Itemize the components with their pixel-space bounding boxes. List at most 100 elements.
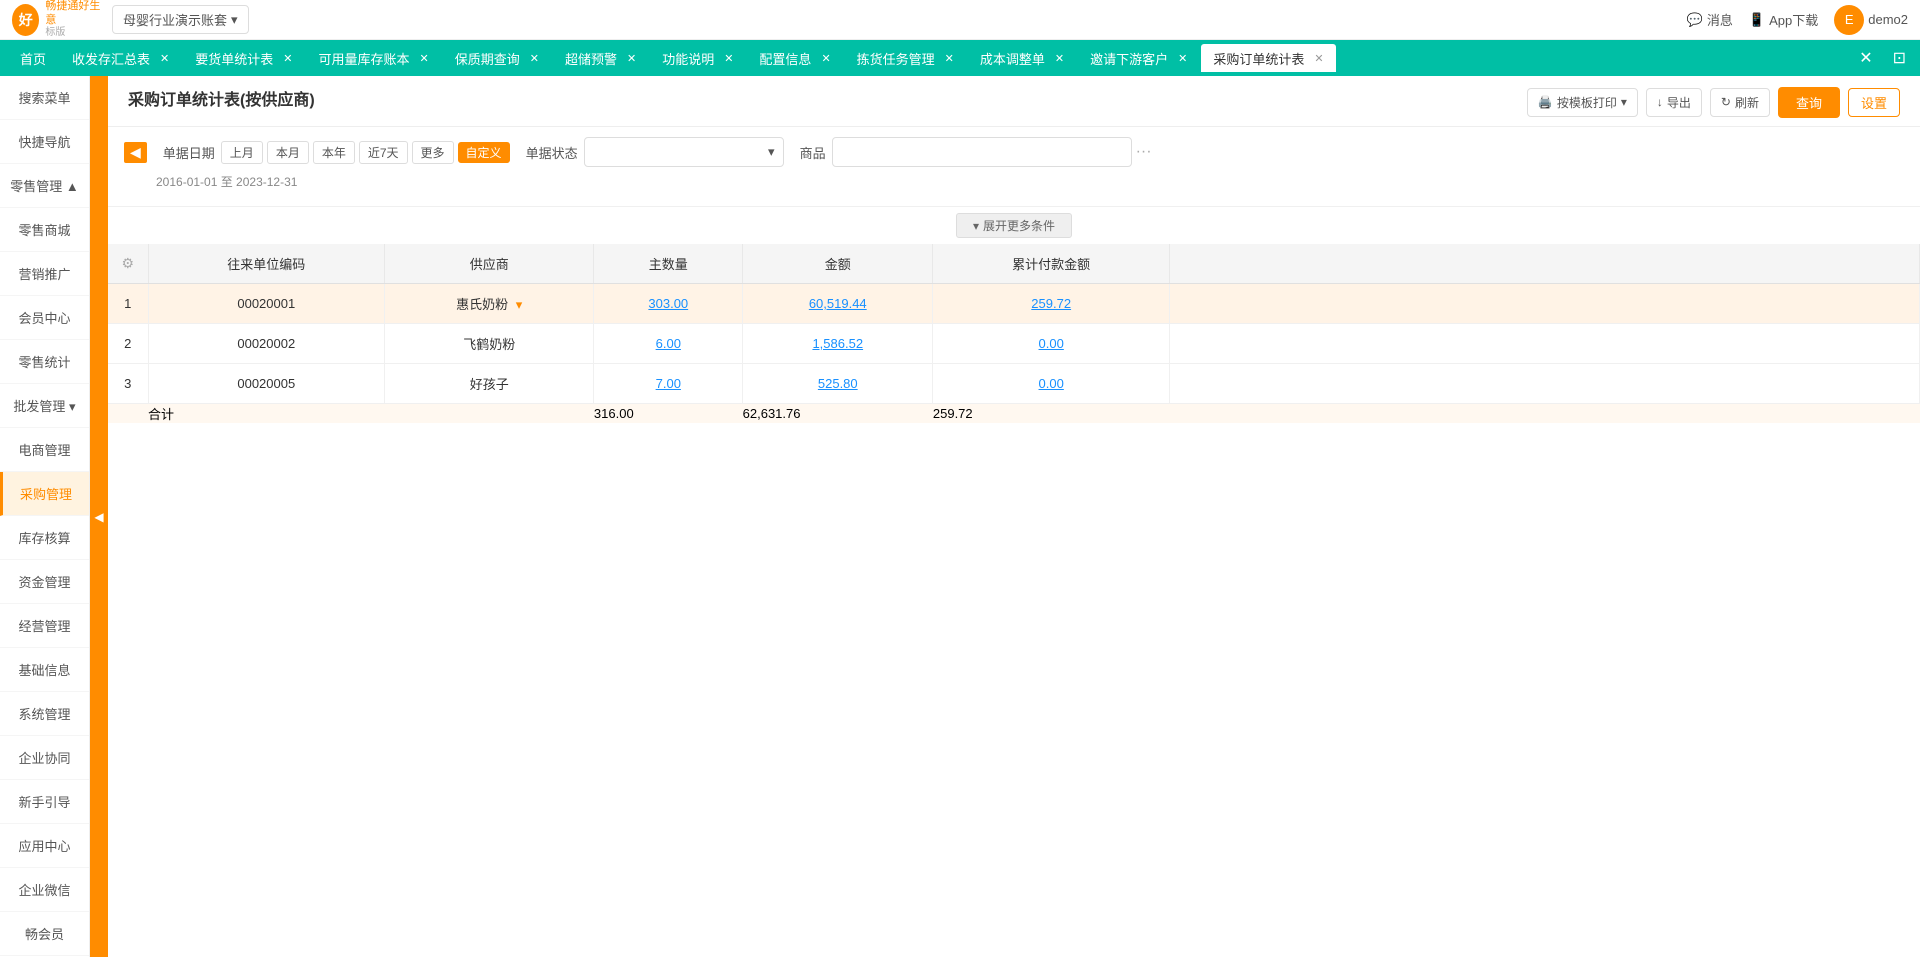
date-btn-this-month[interactable]: 本月 <box>267 141 309 164</box>
filter-section: ◀ 单据日期 上月 本月 本年 近7天 更多 自定义 单据状态 <box>108 127 1920 206</box>
goods-label: 商品 <box>800 143 826 162</box>
sidebar-item-operations[interactable]: 经营管理 <box>0 604 89 648</box>
tab-home[interactable]: 首页 <box>8 44 58 72</box>
close-tab-invite-downstream[interactable]: ✕ <box>1178 52 1187 65</box>
export-button[interactable]: ↓ 导出 <box>1646 88 1702 117</box>
sidebar-item-wechat[interactable]: 企业微信 <box>0 868 89 912</box>
chevron-down-icon: ▾ <box>69 399 76 414</box>
sidebar-item-wholesale[interactable]: 批发管理 ▾ <box>0 384 89 428</box>
workspace-selector[interactable]: 母婴行业演示账套 ▾ <box>112 5 249 34</box>
close-tab-purchase-stats[interactable]: ✕ <box>283 52 292 65</box>
close-tab-collection[interactable]: ✕ <box>160 52 169 65</box>
collapse-filter-icon[interactable]: ◀ <box>124 142 147 163</box>
settings-button[interactable]: 设置 <box>1848 88 1900 117</box>
sidebar-item-shortcut[interactable]: 快捷导航 <box>0 120 89 164</box>
sidebar-item-search[interactable]: 搜索菜单 <box>0 76 89 120</box>
sidebar-item-inventory[interactable]: 库存核算 <box>0 516 89 560</box>
table-footer-row: 合计 316.00 62,631.76 259.72 <box>108 404 1920 424</box>
table-row[interactable]: 1 00020001 惠氏奶粉 ▾ 303.00 60,519.44 <box>108 284 1920 324</box>
footer-paid: 259.72 <box>933 404 1170 424</box>
close-tab-config-info[interactable]: ✕ <box>821 52 830 65</box>
tab-config-info[interactable]: 配置信息 ✕ <box>747 44 842 72</box>
sidebar-item-system[interactable]: 系统管理 <box>0 692 89 736</box>
date-btn-last-month[interactable]: 上月 <box>221 141 263 164</box>
toggle-sidebar-button[interactable]: ◀ <box>90 76 108 957</box>
cell-amount-1: 60,519.44 <box>743 284 933 324</box>
tab-function-desc[interactable]: 功能说明 ✕ <box>650 44 745 72</box>
sidebar-item-app-center[interactable]: 应用中心 <box>0 824 89 868</box>
close-tab-purchase-order-stats[interactable]: ✕ <box>1314 52 1323 65</box>
close-tab-overstock[interactable]: ✕ <box>627 52 636 65</box>
message-button[interactable]: 💬 消息 <box>1687 10 1733 29</box>
date-btn-this-year[interactable]: 本年 <box>313 141 355 164</box>
date-custom-label[interactable]: 自定义 <box>458 142 510 163</box>
expand-more-button[interactable]: ▾ 展开更多条件 <box>956 213 1072 238</box>
status-label: 单据状态 <box>526 143 578 162</box>
restore-window-button[interactable]: ⊡ <box>1887 46 1912 70</box>
sidebar-item-ecommerce[interactable]: 电商管理 <box>0 428 89 472</box>
close-tab-warranty[interactable]: ✕ <box>530 52 539 65</box>
sidebar-item-enterprise[interactable]: 企业协同 <box>0 736 89 780</box>
sidebar-item-new-guide[interactable]: 新手引导 <box>0 780 89 824</box>
close-window-button[interactable]: ✕ <box>1853 46 1878 70</box>
sidebar-item-retail-stats[interactable]: 零售统计 <box>0 340 89 384</box>
table-row[interactable]: 2 00020002 飞鹤奶粉 6.00 1,586.52 0.00 <box>108 324 1920 364</box>
query-button[interactable]: 查询 <box>1778 87 1840 118</box>
table-row[interactable]: 3 00020005 好孩子 7.00 525.80 0.00 <box>108 364 1920 404</box>
tab-purchase-order-stats[interactable]: 采购订单统计表 ✕ <box>1201 44 1335 72</box>
cell-index-3: 3 <box>108 364 148 404</box>
status-select[interactable]: ▾ <box>584 137 784 167</box>
tab-cost-adjust[interactable]: 成本调整单 ✕ <box>968 44 1076 72</box>
footer-qty: 316.00 <box>594 404 743 424</box>
sidebar-item-vip[interactable]: 畅会员 <box>0 912 89 956</box>
tab-invite-downstream[interactable]: 邀请下游客户 ✕ <box>1078 44 1199 72</box>
page-header: 采购订单统计表(按供应商) 🖨️ 按模板打印 ▾ ↓ 导出 ↻ 刷新 查询 设置 <box>108 76 1920 127</box>
cell-paid-3: 0.00 <box>933 364 1170 404</box>
col-code: 往来单位编码 <box>148 244 385 284</box>
tab-collection[interactable]: 收发存汇总表 ✕ <box>60 44 181 72</box>
sidebar-item-member[interactable]: 会员中心 <box>0 296 89 340</box>
close-tab-function-desc[interactable]: ✕ <box>724 52 733 65</box>
status-select-chevron: ▾ <box>768 144 775 160</box>
expand-icon: ▾ <box>973 219 979 233</box>
cell-code-1: 00020001 <box>148 284 385 324</box>
tab-overstock[interactable]: 超储预警 ✕ <box>553 44 648 72</box>
sidebar-item-retail-shop[interactable]: 零售商城 <box>0 208 89 252</box>
goods-input[interactable] <box>832 137 1132 167</box>
sidebar-item-marketing[interactable]: 营销推广 <box>0 252 89 296</box>
data-table-area: ⚙ 往来单位编码 供应商 主数量 金额 累计付款金额 1 00020001 <box>108 244 1920 957</box>
toggle-filter-button[interactable]: ◀ <box>124 142 147 163</box>
footer-extra <box>1170 404 1920 424</box>
tab-warranty[interactable]: 保质期查询 ✕ <box>443 44 551 72</box>
col-supplier: 供应商 <box>385 244 594 284</box>
sidebar-item-finance[interactable]: 资金管理 <box>0 560 89 604</box>
goods-clear-icon[interactable]: ··· <box>1136 143 1152 161</box>
tab-purchase-stats[interactable]: 要货单统计表 ✕ <box>183 44 304 72</box>
sidebar-item-basic-info[interactable]: 基础信息 <box>0 648 89 692</box>
expand-row-icon[interactable]: ▾ <box>516 297 523 312</box>
sidebar-item-purchase[interactable]: 采购管理 <box>0 472 89 516</box>
close-tab-available-stock[interactable]: ✕ <box>420 52 429 65</box>
app-download-button[interactable]: 📱 App下载 <box>1749 10 1818 29</box>
tab-available-stock[interactable]: 可用量库存账本 ✕ <box>306 44 440 72</box>
date-btn-last-7-days[interactable]: 近7天 <box>359 141 408 164</box>
date-btn-more[interactable]: 更多 <box>412 141 454 164</box>
tab-window-actions: ✕ ⊡ <box>1853 46 1912 70</box>
expand-more-section: ▾ 展开更多条件 <box>108 206 1920 244</box>
cell-index-2: 2 <box>108 324 148 364</box>
column-settings-icon[interactable]: ⚙ <box>121 255 134 271</box>
refresh-button[interactable]: ↻ 刷新 <box>1710 88 1770 117</box>
filter-date-range-line: 2016-01-01 至 2023-12-31 <box>124 173 1904 190</box>
sidebar-item-retail[interactable]: 零售管理 ▲ <box>0 164 89 208</box>
tab-picking-task[interactable]: 拣货任务管理 ✕ <box>845 44 966 72</box>
close-tab-cost-adjust[interactable]: ✕ <box>1055 52 1064 65</box>
user-avatar[interactable]: E demo2 <box>1834 5 1908 35</box>
cell-supplier-2: 飞鹤奶粉 <box>385 324 594 364</box>
cell-extra-2 <box>1170 324 1920 364</box>
cell-amount-2: 1,586.52 <box>743 324 933 364</box>
print-button[interactable]: 🖨️ 按模板打印 ▾ <box>1527 88 1638 117</box>
message-icon: 💬 <box>1687 12 1703 28</box>
top-right-actions: 💬 消息 📱 App下载 E demo2 <box>1687 5 1908 35</box>
close-tab-picking-task[interactable]: ✕ <box>945 52 954 65</box>
table-header-row: ⚙ 往来单位编码 供应商 主数量 金额 累计付款金额 <box>108 244 1920 284</box>
